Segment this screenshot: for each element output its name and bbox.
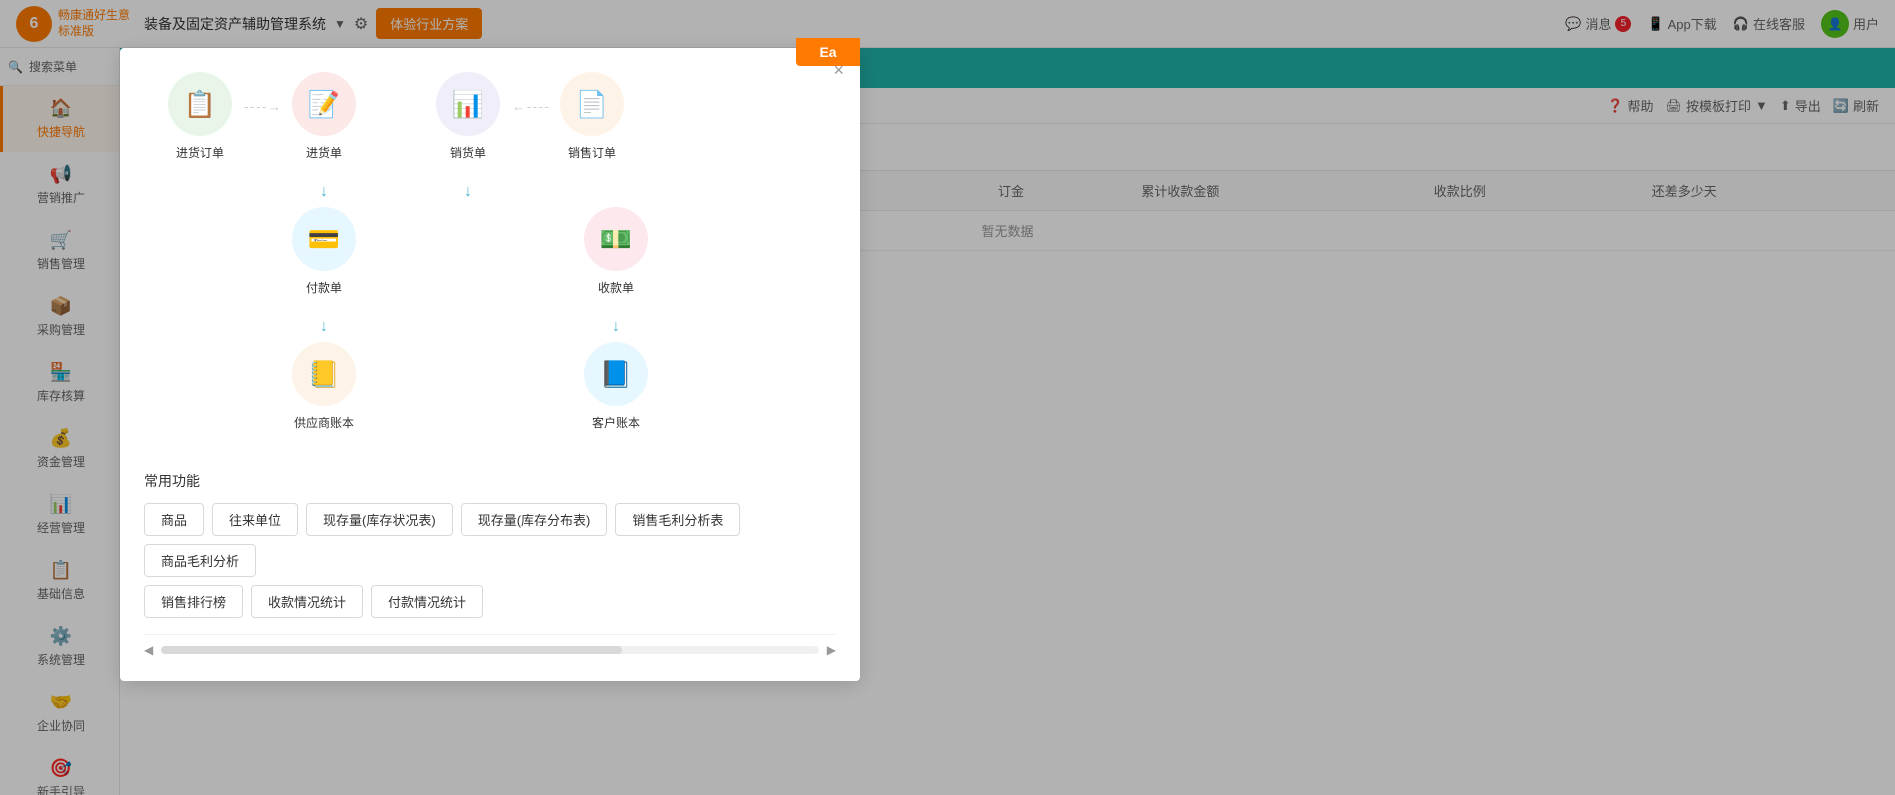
scroll-track[interactable]: [161, 646, 819, 654]
func-btn-stock-status[interactable]: 现存量(库存状况表): [306, 503, 453, 536]
func-btn-product[interactable]: 商品: [144, 503, 204, 536]
func-btn-partner[interactable]: 往来单位: [212, 503, 298, 536]
purchase-bill-label: 进货单: [306, 144, 342, 161]
vertical-arrows-row1: [144, 177, 836, 207]
purchase-order-circle: 📋: [168, 72, 232, 136]
node-receipt[interactable]: 💵 收款单: [584, 207, 648, 296]
func-btn-payment-stats[interactable]: 付款情况统计: [371, 585, 483, 618]
arrow-down-payment: [292, 312, 356, 342]
purchase-bill-circle: 📝: [292, 72, 356, 136]
flow-row-3: 📒 供应商账本 📘 客户账本: [144, 342, 836, 431]
sales-bill-label: 销货单: [450, 144, 486, 161]
func-btn-stock-dist[interactable]: 现存量(库存分布表): [461, 503, 608, 536]
arrow-down-purchase-bill: [292, 177, 356, 207]
supplier-ledger-circle: 📒: [292, 342, 356, 406]
node-supplier-ledger[interactable]: 📒 供应商账本: [292, 342, 356, 431]
flow-diagram: 📋 进货订单 📝 进货单 📊: [144, 72, 836, 447]
arrow-purchase: [232, 106, 292, 108]
function-buttons-row2: 销售排行榜 收款情况统计 付款情况统计: [144, 585, 836, 618]
overlay[interactable]: × 📋 进货订单 📝 进货单: [0, 0, 1895, 795]
flow-popup: × 📋 进货订单 📝 进货单: [120, 48, 860, 681]
common-functions: 常用功能 商品 往来单位 现存量(库存状况表) 现存量(库存分布表) 销售毛利分…: [144, 471, 836, 618]
arrow-sales: [500, 106, 560, 108]
receipt-circle: 💵: [584, 207, 648, 271]
node-customer-ledger[interactable]: 📘 客户账本: [584, 342, 648, 431]
scroll-thumb: [161, 646, 621, 654]
receipt-label: 收款单: [598, 279, 634, 296]
flow-row-2: 💳 付款单 💵 收款单: [144, 207, 836, 296]
payment-label: 付款单: [306, 279, 342, 296]
vertical-arrows-row2: [144, 312, 836, 342]
sales-bill-circle: 📊: [436, 72, 500, 136]
node-purchase-order[interactable]: 📋 进货订单: [168, 72, 232, 161]
flow-row-1: 📋 进货订单 📝 进货单 📊: [144, 72, 836, 161]
arrow-down-sales-bill: [436, 177, 500, 207]
node-sales-order[interactable]: 📄 销售订单: [560, 72, 624, 161]
node-payment[interactable]: 💳 付款单: [292, 207, 356, 296]
func-btn-sales-rank[interactable]: 销售排行榜: [144, 585, 243, 618]
sales-order-circle: 📄: [560, 72, 624, 136]
supplier-ledger-label: 供应商账本: [294, 414, 354, 431]
func-btn-receipt-stats[interactable]: 收款情况统计: [251, 585, 363, 618]
scroll-right-icon[interactable]: ▶: [827, 643, 836, 657]
arrow-down-receipt: [584, 312, 648, 342]
customer-ledger-circle: 📘: [584, 342, 648, 406]
customer-ledger-label: 客户账本: [592, 414, 640, 431]
function-buttons: 商品 往来单位 现存量(库存状况表) 现存量(库存分布表) 销售毛利分析表 商品…: [144, 503, 836, 577]
sales-order-label: 销售订单: [568, 144, 616, 161]
ea-badge: Ea: [796, 38, 860, 66]
func-btn-sales-gross[interactable]: 销售毛利分析表: [615, 503, 740, 536]
scroll-left-icon[interactable]: ◀: [144, 643, 153, 657]
node-purchase-bill[interactable]: 📝 进货单: [292, 72, 356, 161]
node-sales-bill[interactable]: 📊 销货单: [436, 72, 500, 161]
popup-scrollbar: ◀ ▶: [144, 634, 836, 657]
payment-circle: 💳: [292, 207, 356, 271]
func-btn-product-gross[interactable]: 商品毛利分析: [144, 544, 256, 577]
purchase-order-label: 进货订单: [176, 144, 224, 161]
common-func-title: 常用功能: [144, 471, 836, 491]
